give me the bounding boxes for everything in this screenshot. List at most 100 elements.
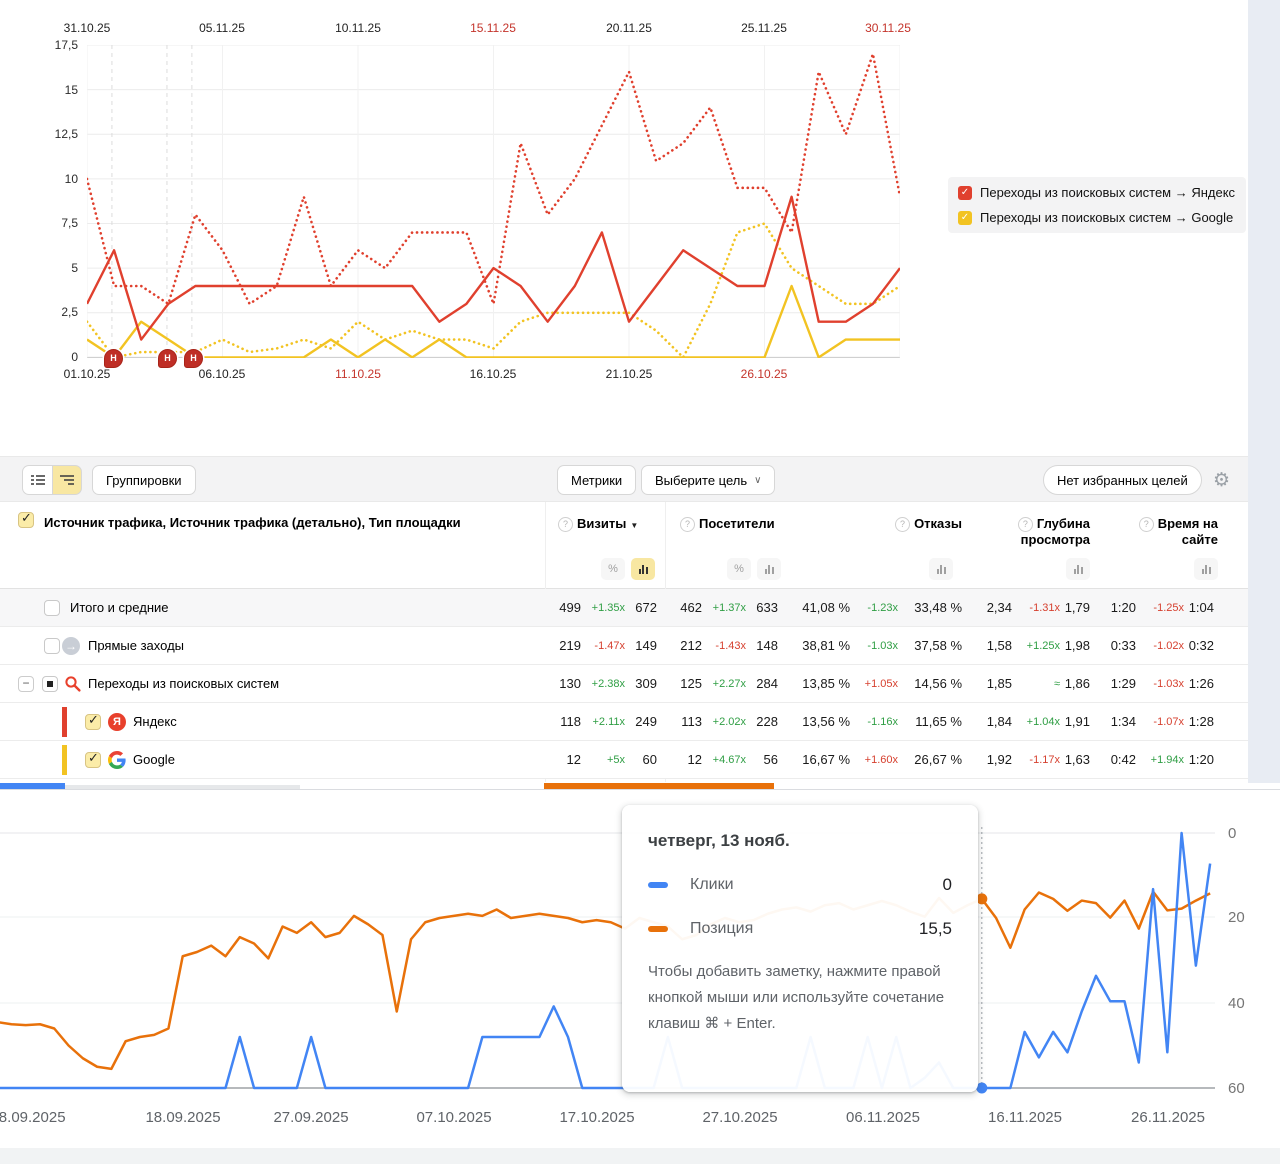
metric-value: 1,79 [1064,600,1090,615]
tooltip-row-clicks: Клики 0 [648,875,952,895]
chart-legend: ✓ Переходы из поисковых систем → Яндекс … [948,177,1246,233]
row-label: Переходы из поисковых систем [88,676,280,691]
metric-value: 0:33 [1110,638,1136,653]
column-header-time[interactable]: ? Время на сайте [1128,516,1218,547]
table-row-search-engines[interactable]: − Переходы из поисковых систем 130 +2.38x… [0,665,1248,703]
metric-value: 249 [635,714,657,729]
axis-date: 31.10.25 [63,21,111,35]
row-checkbox[interactable] [85,712,101,730]
checked-checkbox-icon[interactable]: ✓ [958,210,972,225]
yandex-icon: Я [108,713,126,731]
chart-toggle-icon[interactable] [631,558,655,580]
percent-toggle-icon[interactable]: % [727,558,751,580]
help-icon[interactable]: ? [895,517,911,532]
chart-toggle-icon[interactable] [929,558,953,580]
favorite-goals-button[interactable]: Нет избранных целей [1043,465,1202,495]
metric-value: 149 [635,638,657,653]
row-checkbox-indeterminate[interactable] [42,676,58,692]
axis-date: 10.11.25 [335,21,381,35]
metric-value: 1:20 [1110,600,1136,615]
note-pin[interactable]: Н [184,349,203,368]
metric-value: 1,92 [986,752,1012,767]
metric-value: 13,56 % [802,714,850,729]
metric-change: -1.17x [1029,753,1060,766]
right-axis-tick: 0 [1228,825,1237,842]
legend-item-google[interactable]: ✓ Переходы из поисковых систем → Google [958,210,1236,225]
list-view-icon[interactable] [22,465,52,495]
gear-icon[interactable]: ⚙ [1213,469,1230,492]
y-tick: 17,5 [54,38,78,52]
table-row-totals[interactable]: Итого и средние 499 +1.35x 672 462 +1.37x 63… [0,589,1248,627]
row-checkbox[interactable] [44,600,60,616]
top-chart-plot[interactable] [87,45,900,358]
search-icon [65,676,81,692]
time-display-toggles [1194,558,1218,580]
metric-value: 499 [559,600,581,615]
metric-change: +2.11x [592,715,625,728]
view-mode-switch[interactable] [22,465,82,495]
x-axis-date: 27.09.2025 [273,1109,349,1126]
percent-toggle-icon[interactable]: % [601,558,625,580]
metric-change: +1.04x [1026,715,1060,728]
goal-select-dropdown[interactable]: Выберите цель ∨ [641,465,776,495]
axis-date-holiday: 11.10.25 [335,367,381,381]
chart-toggle-icon[interactable] [757,558,781,580]
note-pin[interactable]: Н [104,349,123,368]
chart-toggle-icon[interactable] [1066,558,1090,580]
chart-toggle-icon[interactable] [1194,558,1218,580]
metric-value: 0:42 [1110,752,1136,767]
metric-value: 26,67 % [914,752,962,767]
metric-change: -1.43x [715,639,746,652]
column-header-depth[interactable]: ? Глубина просмотра [995,516,1090,547]
dimension-header[interactable]: Источник трафика, Источник трафика (дета… [44,515,524,530]
checked-checkbox-icon[interactable]: ✓ [958,185,972,200]
metric-value: 1:26 [1188,676,1214,691]
sort-desc-icon: ▼ [630,521,639,530]
help-icon[interactable]: ? [1017,517,1033,532]
row-checkbox[interactable] [44,638,60,654]
right-axis-tick: 40 [1228,995,1245,1012]
tooltip-label: Клики [690,876,734,893]
help-icon[interactable]: ? [680,517,695,532]
x-axis-date: 17.10.2025 [559,1109,635,1126]
metric-change: +1.25x [1026,639,1060,652]
groupings-button[interactable]: Группировки [92,465,196,495]
tree-view-icon[interactable] [52,465,82,495]
row-checkbox[interactable] [85,750,101,768]
tooltip-date: четверг, 13 нояб. [648,831,790,850]
metric-value: 212 [680,638,702,653]
legend-label: Переходы из поисковых систем → Яндекс [980,185,1236,200]
metric-value: 33,48 % [914,600,962,615]
axis-date: 20.11.25 [606,21,652,35]
axis-date-holiday: 15.11.25 [470,21,516,35]
x-axis-date: 06.11.2025 [846,1109,920,1126]
column-header-visitors[interactable]: ? Посетители [680,516,775,532]
metric-value: 1:28 [1188,714,1214,729]
table-header: Источник трафика, Источник трафика (дета… [0,502,1248,589]
page-edge-panel [1248,0,1280,783]
legend-label: Переходы из поисковых систем → Google [980,210,1234,225]
table-row-direct[interactable]: → Прямые заходы 219 -1.47x 149 212 -1.43x 14… [0,627,1248,665]
right-axis-tick: 60 [1228,1080,1245,1097]
metric-change: -1.31x [1029,601,1060,614]
column-header-bounces[interactable]: ? Отказы [822,516,962,532]
metric-change: +4.67x [712,753,746,766]
metrics-button[interactable]: Метрики [557,465,637,495]
inactive-card-edge [65,785,300,789]
x-axis-date: 16.11.2025 [988,1109,1062,1126]
column-header-visits[interactable]: ? Визиты ▼ [558,516,638,532]
note-pin[interactable]: Н [158,349,177,368]
metric-value: 38,81 % [802,638,850,653]
help-icon[interactable]: ? [558,517,573,532]
axis-date-holiday: 26.10.25 [740,367,788,381]
select-all-checkbox[interactable] [18,510,34,528]
table-row-google[interactable]: Google 12 +5x 60 12 +4.67x 56 16,67 % +1.60x 2… [0,741,1248,779]
series-color-bar [62,707,67,737]
footer-strip [0,1148,1280,1164]
help-icon[interactable]: ? [1138,517,1154,532]
legend-item-yandex[interactable]: ✓ Переходы из поисковых систем → Яндекс [958,185,1236,200]
axis-date: 01.10.25 [63,367,111,381]
metric-value: 113 [681,714,702,729]
collapse-icon[interactable]: − [18,676,34,692]
table-row-yandex[interactable]: Я Яндекс 118 +2.11x 249 113 +2.02x 228 13,56… [0,703,1248,741]
